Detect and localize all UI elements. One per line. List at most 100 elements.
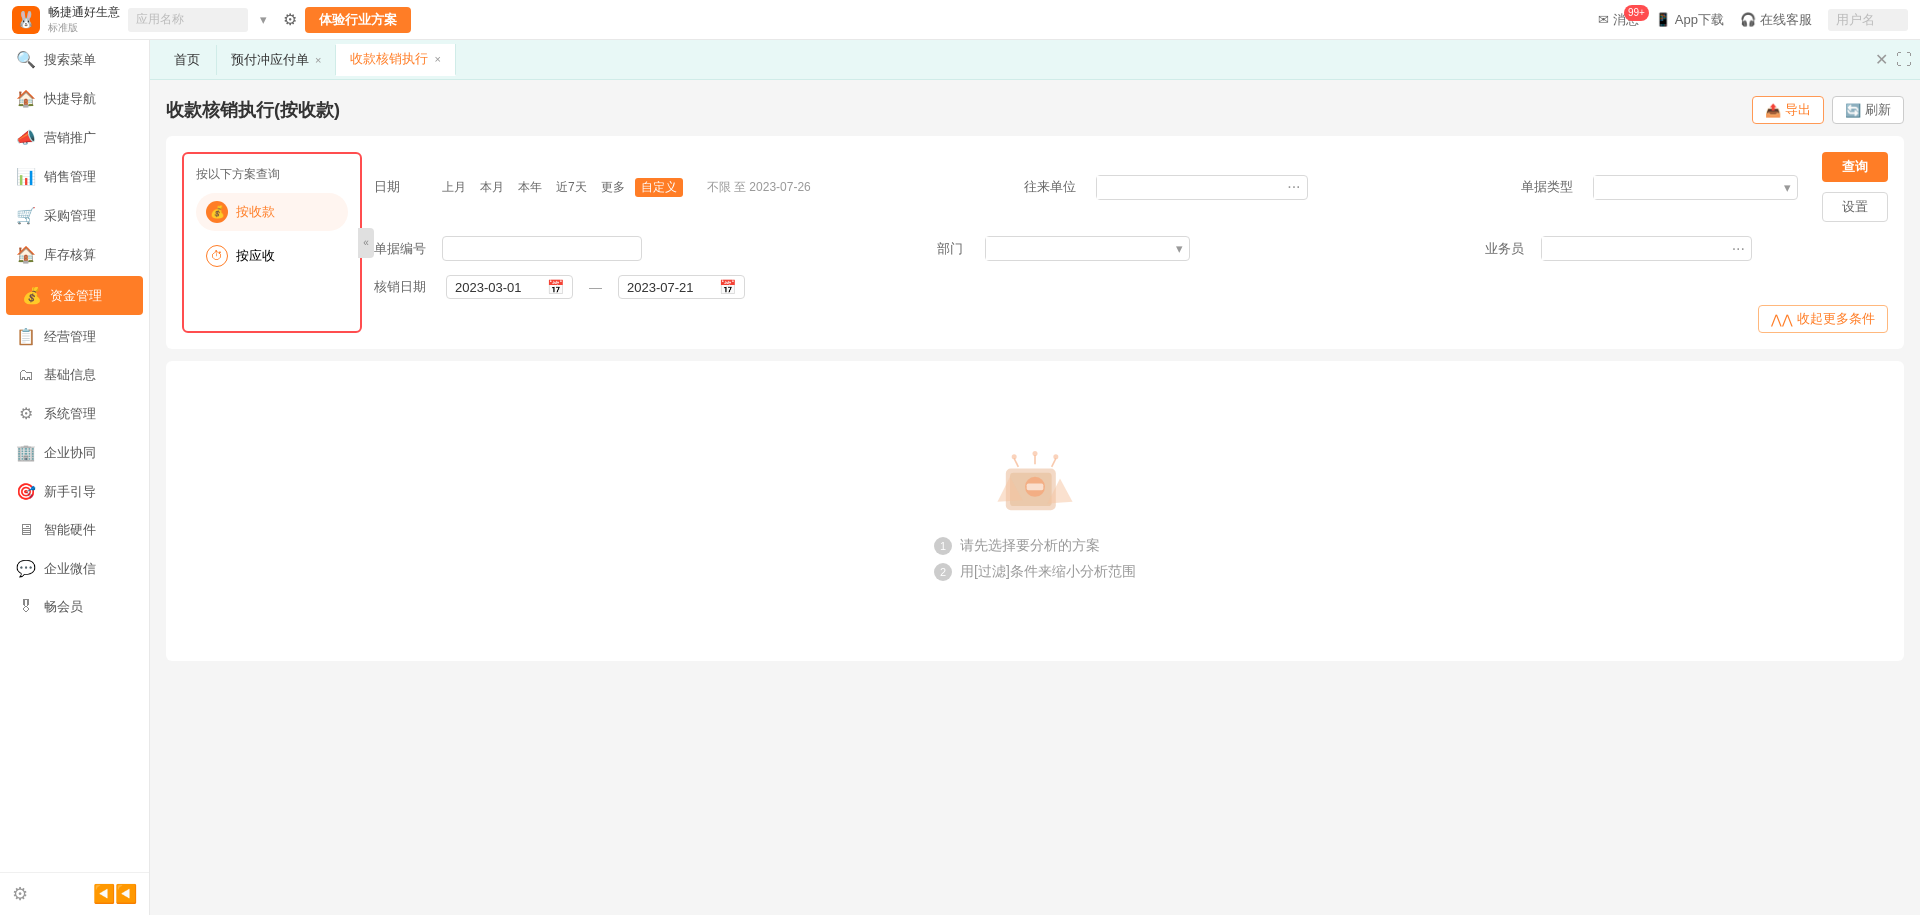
refresh-label: 刷新 <box>1865 101 1891 119</box>
export-btn[interactable]: 📤 导出 <box>1752 96 1824 124</box>
shortcut-more[interactable]: 更多 <box>597 178 629 197</box>
sidebar-item-newbie[interactable]: 🎯 新手引导 <box>0 472 149 511</box>
sidebar-item-purchase[interactable]: 🛒 采购管理 <box>0 196 149 235</box>
date-range-dash: — <box>589 280 602 295</box>
settings-gear-icon[interactable]: ⚙ <box>283 10 297 29</box>
doc-type-field[interactable]: ▾ <box>1593 175 1798 200</box>
query-buttons: 查询 设置 <box>1822 152 1888 222</box>
staff-dots-icon[interactable]: ··· <box>1726 240 1751 258</box>
brand-sub: 标准版 <box>48 21 120 35</box>
logo: 🐰 <box>12 6 40 34</box>
tip-text-2: 用[过滤]条件来缩小分析范围 <box>960 563 1136 581</box>
smart-hw-icon: 🖥 <box>16 521 36 539</box>
query-btn[interactable]: 查询 <box>1822 152 1888 182</box>
receivable-option-icon: ⏱ <box>206 245 228 267</box>
sidebar-collapse-icon[interactable]: ◀‍◀ <box>93 883 137 905</box>
collapse-icon: « <box>363 237 369 248</box>
sidebar-label-member: 畅会员 <box>44 598 83 616</box>
partner-dots-icon[interactable]: ··· <box>1281 178 1306 196</box>
action-row: ⋀⋀ 收起更多条件 <box>374 305 1888 333</box>
shortcut-last-month[interactable]: 上月 <box>438 178 470 197</box>
brand-info: 畅捷通好生意 标准版 <box>48 4 120 35</box>
receipt-option-icon: 💰 <box>206 201 228 223</box>
sidebar-label-inventory: 库存核算 <box>44 246 96 264</box>
sidebar-item-wechat[interactable]: 💬 企业微信 <box>0 549 149 588</box>
system-icon: ⚙ <box>16 404 36 423</box>
doc-no-input[interactable] <box>442 236 642 261</box>
partner-input[interactable] <box>1097 176 1281 199</box>
staff-input[interactable] <box>1542 237 1726 260</box>
sidebar-item-operations[interactable]: 📋 经营管理 <box>0 317 149 356</box>
member-icon: 🎖 <box>16 598 36 616</box>
filter-option-by-receivable[interactable]: ⏱ 按应收 <box>196 237 348 275</box>
date-no-limit: 不限 至 2023-07-26 <box>707 179 811 196</box>
sidebar-label-wechat: 企业微信 <box>44 560 96 578</box>
industry-btn[interactable]: 体验行业方案 <box>305 7 411 33</box>
tab-prepay-close-icon[interactable]: × <box>315 54 321 66</box>
app-download-btn[interactable]: 📱 App下载 <box>1655 11 1724 29</box>
verify-date-start-wrap[interactable]: 📅 <box>446 275 573 299</box>
sales-icon: 📊 <box>16 167 36 186</box>
setting-btn[interactable]: 设置 <box>1822 192 1888 222</box>
operations-icon: 📋 <box>16 327 36 346</box>
tab-verify-close-icon[interactable]: × <box>434 53 440 65</box>
svg-point-10 <box>1033 451 1038 456</box>
main-layout: 🔍 搜索菜单 🏠 快捷导航 📣 营销推广 📊 销售管理 🛒 采购管理 🏠 库存核… <box>0 40 1920 915</box>
dept-chevron-icon[interactable]: ▾ <box>1170 241 1189 256</box>
doc-no-label: 单据编号 <box>374 240 426 258</box>
app-chevron-icon[interactable]: ▾ <box>260 12 267 27</box>
filter-row-3: 核销日期 📅 — 📅 <box>374 275 1888 299</box>
sidebar-label-search: 搜索菜单 <box>44 51 96 69</box>
tip-num-1: 1 <box>934 537 952 555</box>
newbie-icon: 🎯 <box>16 482 36 501</box>
partner-field[interactable]: ··· <box>1096 175 1307 200</box>
sidebar-settings-icon[interactable]: ⚙ <box>12 883 28 905</box>
page-title: 收款核销执行(按收款) <box>166 98 340 122</box>
verify-date-start-cal-icon[interactable]: 📅 <box>547 279 564 295</box>
collapse-more-btn[interactable]: ⋀⋀ 收起更多条件 <box>1758 305 1888 333</box>
shortcut-custom[interactable]: 自定义 <box>635 178 683 197</box>
sidebar-item-sales[interactable]: 📊 销售管理 <box>0 157 149 196</box>
tab-prepay[interactable]: 预付冲应付单 × <box>217 45 336 75</box>
shortcut-this-year[interactable]: 本年 <box>514 178 546 197</box>
empty-state: 1 请先选择要分析的方案 2 用[过滤]条件来缩小分析范围 <box>934 381 1136 641</box>
shortcut-7days[interactable]: 近7天 <box>552 178 591 197</box>
doc-type-chevron-icon[interactable]: ▾ <box>1778 180 1797 195</box>
empty-illustration <box>985 441 1085 521</box>
verify-date-end-wrap[interactable]: 📅 <box>618 275 745 299</box>
sidebar-item-search-menu[interactable]: 🔍 搜索菜单 <box>0 40 149 79</box>
sidebar-item-member[interactable]: 🎖 畅会员 <box>0 588 149 626</box>
doc-type-input[interactable] <box>1594 176 1778 199</box>
staff-field[interactable]: ··· <box>1541 236 1752 261</box>
sidebar-item-inventory[interactable]: 🏠 库存核算 <box>0 235 149 274</box>
sidebar-item-base-info[interactable]: 🗂 基础信息 <box>0 356 149 394</box>
svg-line-6 <box>1014 459 1018 467</box>
verify-date-end-input[interactable] <box>627 280 715 295</box>
tab-expand-icon[interactable]: ⛶ <box>1896 51 1912 69</box>
filter-option-by-receipt[interactable]: 💰 按收款 <box>196 193 348 231</box>
dept-field[interactable]: ▾ <box>985 236 1190 261</box>
sidebar-item-smart-hw[interactable]: 🖥 智能硬件 <box>0 511 149 549</box>
sidebar-item-finance[interactable]: 💰 资金管理 <box>6 276 143 315</box>
app-download-label: App下载 <box>1675 11 1724 29</box>
tab-close-all-icon[interactable]: ✕ <box>1875 50 1888 69</box>
message-btn[interactable]: ✉ 消息 99+ <box>1598 11 1639 29</box>
sidebar-item-marketing[interactable]: 📣 营销推广 <box>0 118 149 157</box>
dept-input[interactable] <box>986 237 1170 260</box>
wechat-icon: 💬 <box>16 559 36 578</box>
sidebar-label-marketing: 营销推广 <box>44 129 96 147</box>
marketing-icon: 📣 <box>16 128 36 147</box>
tab-home[interactable]: 首页 <box>158 45 217 75</box>
refresh-btn[interactable]: 🔄 刷新 <box>1832 96 1904 124</box>
sidebar-item-quick-nav[interactable]: 🏠 快捷导航 <box>0 79 149 118</box>
sidebar-item-enterprise[interactable]: 🏢 企业协同 <box>0 433 149 472</box>
sidebar-item-system[interactable]: ⚙ 系统管理 <box>0 394 149 433</box>
refresh-icon: 🔄 <box>1845 103 1861 118</box>
verify-date-start-input[interactable] <box>455 280 543 295</box>
filter-collapse-btn[interactable]: « <box>358 228 374 258</box>
tab-verify[interactable]: 收款核销执行 × <box>336 44 455 76</box>
online-service-btn[interactable]: 🎧 在线客服 <box>1740 11 1812 29</box>
date-shortcuts: 上月 本月 本年 近7天 更多 自定义 <box>438 178 683 197</box>
shortcut-this-month[interactable]: 本月 <box>476 178 508 197</box>
verify-date-end-cal-icon[interactable]: 📅 <box>719 279 736 295</box>
